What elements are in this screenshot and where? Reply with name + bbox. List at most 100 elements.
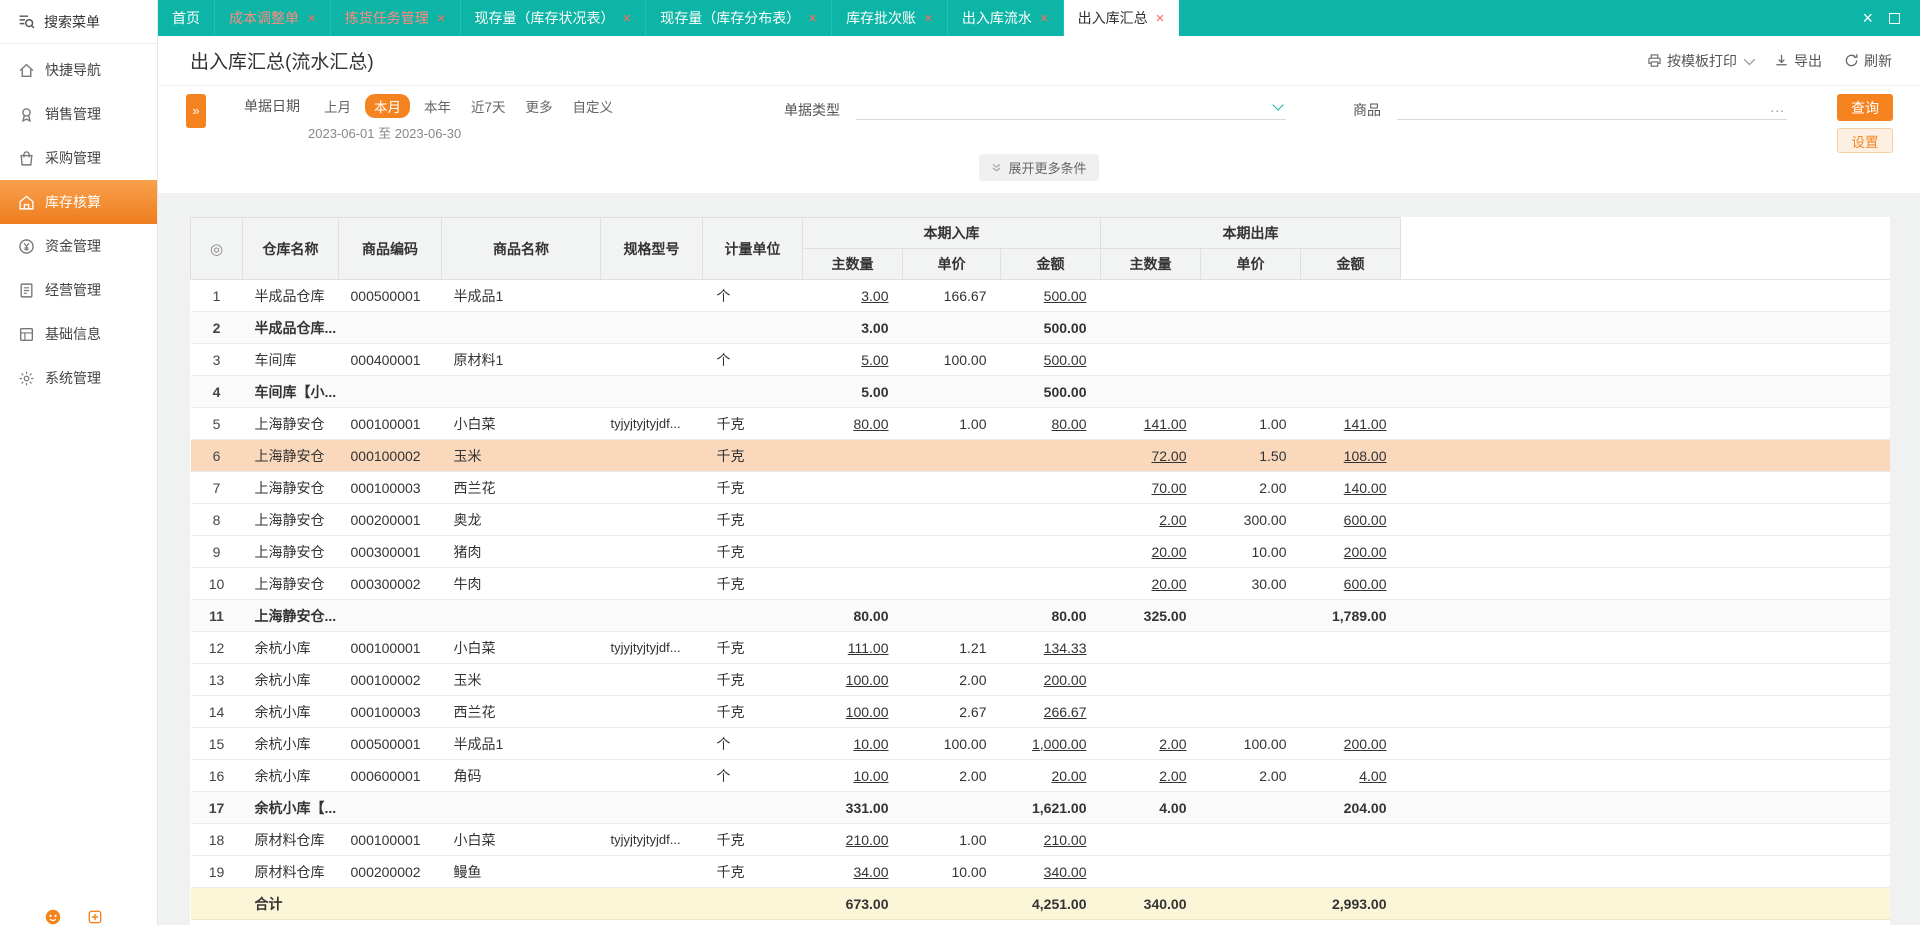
table-row[interactable]: 15 余杭小库 000500001 半成品1 个 10.00 100.00 1,…: [190, 727, 1890, 760]
drill-link[interactable]: 108.00: [1344, 448, 1387, 464]
widget-icon[interactable]: [88, 910, 102, 924]
drill-link[interactable]: 10.00: [853, 736, 888, 752]
table-row[interactable]: 6 上海静安仓 000100002 玉米 千克 72.00 1.50 108.0…: [190, 439, 1890, 472]
drill-link[interactable]: 34.00: [853, 864, 888, 880]
drill-link[interactable]: 20.00: [1151, 544, 1186, 560]
expand-more-button[interactable]: 展开更多条件: [979, 154, 1099, 181]
drill-link[interactable]: 1,000.00: [1032, 736, 1087, 752]
tab-首页[interactable]: 首页: [158, 0, 215, 36]
table-row[interactable]: 1 半成品仓库 000500001 半成品1 个 3.00 166.67 500…: [190, 279, 1890, 312]
table-row[interactable]: 12 余杭小库 000100001 小白菜 tyjyjtyjtyjdf... 千…: [190, 631, 1890, 664]
drill-link[interactable]: 2.00: [1159, 736, 1186, 752]
query-button[interactable]: 查询: [1837, 94, 1893, 121]
date-quick-option[interactable]: 本月: [365, 94, 410, 118]
sidebar-item-system[interactable]: 系统管理: [0, 356, 157, 400]
sidebar-item-sales[interactable]: 销售管理: [0, 92, 157, 136]
drill-link[interactable]: 141.00: [1344, 416, 1387, 432]
drill-link[interactable]: 210.00: [846, 832, 889, 848]
export-button[interactable]: 导出: [1774, 51, 1822, 71]
maximize-icon[interactable]: [1889, 12, 1900, 24]
tab-close-icon[interactable]: ×: [1040, 11, 1049, 26]
gear-icon[interactable]: ◎: [210, 241, 223, 258]
drill-link[interactable]: 2.00: [1159, 768, 1186, 784]
tab-close-icon[interactable]: ×: [924, 11, 933, 26]
drill-link[interactable]: 70.00: [1151, 480, 1186, 496]
ellipsis-icon[interactable]: ...: [1770, 99, 1785, 115]
drill-link[interactable]: 80.00: [853, 416, 888, 432]
drill-link[interactable]: 140.00: [1344, 480, 1387, 496]
drill-link[interactable]: 20.00: [1051, 768, 1086, 784]
date-quick-option[interactable]: 自定义: [567, 94, 620, 118]
tab-出入库流水[interactable]: 出入库流水 ×: [948, 0, 1064, 36]
table-row[interactable]: 16 余杭小库 000600001 角码 个 10.00 2.00 20.00 …: [190, 759, 1890, 792]
tab-close-icon[interactable]: ×: [307, 11, 316, 26]
drill-link[interactable]: 141.00: [1144, 416, 1187, 432]
date-quick-option[interactable]: 近7天: [465, 94, 512, 118]
table-row[interactable]: 2 半成品仓库... 3.00 500.00: [190, 311, 1890, 344]
sidebar-item-business[interactable]: 经营管理: [0, 268, 157, 312]
drill-link[interactable]: 100.00: [846, 672, 889, 688]
table-row[interactable]: 18 原材料仓库 000100001 小白菜 tyjyjtyjtyjdf... …: [190, 823, 1890, 856]
table-row[interactable]: 19 原材料仓库 000200002 鳗鱼 千克 34.00 10.00 340…: [190, 855, 1890, 888]
date-quick-option[interactable]: 更多: [520, 94, 559, 118]
tab-现存量（库存分布表）[interactable]: 现存量（库存分布表） ×: [646, 0, 833, 36]
table-row[interactable]: 17 余杭小库【... 331.00 1,621.00 4.00 204.00: [190, 791, 1890, 824]
drill-link[interactable]: 134.33: [1044, 640, 1087, 656]
sidebar-item-inventory[interactable]: 库存核算: [0, 180, 157, 224]
table-row[interactable]: 9 上海静安仓 000300001 猪肉 千克 20.00 10.00 200.…: [190, 535, 1890, 568]
table-row[interactable]: 7 上海静安仓 000100003 西兰花 千克 70.00 2.00 140.…: [190, 471, 1890, 504]
drill-link[interactable]: 100.00: [846, 704, 889, 720]
tab-出入库汇总[interactable]: 出入库汇总 ×: [1063, 0, 1180, 36]
drill-link[interactable]: 10.00: [853, 768, 888, 784]
tab-库存批次账[interactable]: 库存批次账 ×: [832, 0, 948, 36]
tab-close-icon[interactable]: ×: [437, 11, 446, 26]
table-row[interactable]: 10 上海静安仓 000300002 牛肉 千克 20.00 30.00 600…: [190, 567, 1890, 600]
assistant-icon[interactable]: [44, 908, 62, 925]
drill-link[interactable]: 200.00: [1344, 544, 1387, 560]
tab-close-icon[interactable]: ×: [1156, 11, 1165, 26]
doc-type-select[interactable]: [856, 96, 1286, 120]
tab-成本调整单[interactable]: 成本调整单 ×: [215, 0, 331, 36]
drill-link[interactable]: 340.00: [1044, 864, 1087, 880]
sidebar-item-funds[interactable]: 资金管理: [0, 224, 157, 268]
table-row[interactable]: 4 车间库【小... 5.00 500.00: [190, 375, 1890, 408]
date-quick-option[interactable]: 本年: [418, 94, 457, 118]
sidebar-search-menu[interactable]: 搜索菜单: [0, 0, 157, 44]
drill-link[interactable]: 4.00: [1359, 768, 1386, 784]
refresh-button[interactable]: 刷新: [1844, 51, 1892, 71]
drill-link[interactable]: 80.00: [1051, 416, 1086, 432]
sidebar-item-home[interactable]: 快捷导航: [0, 48, 157, 92]
drill-link[interactable]: 2.00: [1159, 512, 1186, 528]
date-range-value[interactable]: 2023-06-01 至 2023-06-30: [308, 123, 619, 142]
drill-link[interactable]: 200.00: [1044, 672, 1087, 688]
close-icon[interactable]: ×: [1862, 9, 1873, 27]
table-row[interactable]: 5 上海静安仓 000100001 小白菜 tyjyjtyjtyjdf... 千…: [190, 407, 1890, 440]
table-row[interactable]: 13 余杭小库 000100002 玉米 千克 100.00 2.00 200.…: [190, 663, 1890, 696]
table-row[interactable]: 合计 673.00 4,251.00 340.00 2,993.00: [190, 887, 1890, 920]
tab-close-icon[interactable]: ×: [808, 11, 817, 26]
sidebar-item-purchase[interactable]: 采购管理: [0, 136, 157, 180]
drill-link[interactable]: 500.00: [1044, 352, 1087, 368]
table-row[interactable]: 3 车间库 000400001 原材料1 个 5.00 100.00 500.0…: [190, 343, 1890, 376]
date-quick-option[interactable]: 上月: [318, 94, 357, 118]
drill-link[interactable]: 600.00: [1344, 512, 1387, 528]
drill-link[interactable]: 72.00: [1151, 448, 1186, 464]
table-row[interactable]: 14 余杭小库 000100003 西兰花 千克 100.00 2.67 266…: [190, 695, 1890, 728]
tab-现存量（库存状况表）[interactable]: 现存量（库存状况表） ×: [461, 0, 647, 36]
drill-link[interactable]: 111.00: [848, 640, 889, 656]
table-row[interactable]: 11 上海静安仓... 80.00 80.00 325.00 1,789.00: [190, 599, 1890, 632]
drill-link[interactable]: 20.00: [1151, 576, 1186, 592]
sidebar-item-basic[interactable]: 基础信息: [0, 312, 157, 356]
print-by-template-button[interactable]: 按模板打印: [1647, 51, 1756, 71]
product-input[interactable]: ...: [1397, 96, 1787, 120]
drill-link[interactable]: 5.00: [861, 352, 888, 368]
drill-link[interactable]: 600.00: [1344, 576, 1387, 592]
collapse-filter-button[interactable]: »: [186, 94, 206, 128]
drill-link[interactable]: 266.67: [1044, 704, 1087, 720]
drill-link[interactable]: 210.00: [1044, 832, 1087, 848]
tab-close-icon[interactable]: ×: [623, 11, 632, 26]
drill-link[interactable]: 200.00: [1344, 736, 1387, 752]
table-row[interactable]: 8 上海静安仓 000200001 奥龙 千克 2.00 300.00 600.…: [190, 503, 1890, 536]
settings-button[interactable]: 设置: [1837, 128, 1893, 153]
tab-拣货任务管理[interactable]: 拣货任务管理 ×: [331, 0, 461, 36]
